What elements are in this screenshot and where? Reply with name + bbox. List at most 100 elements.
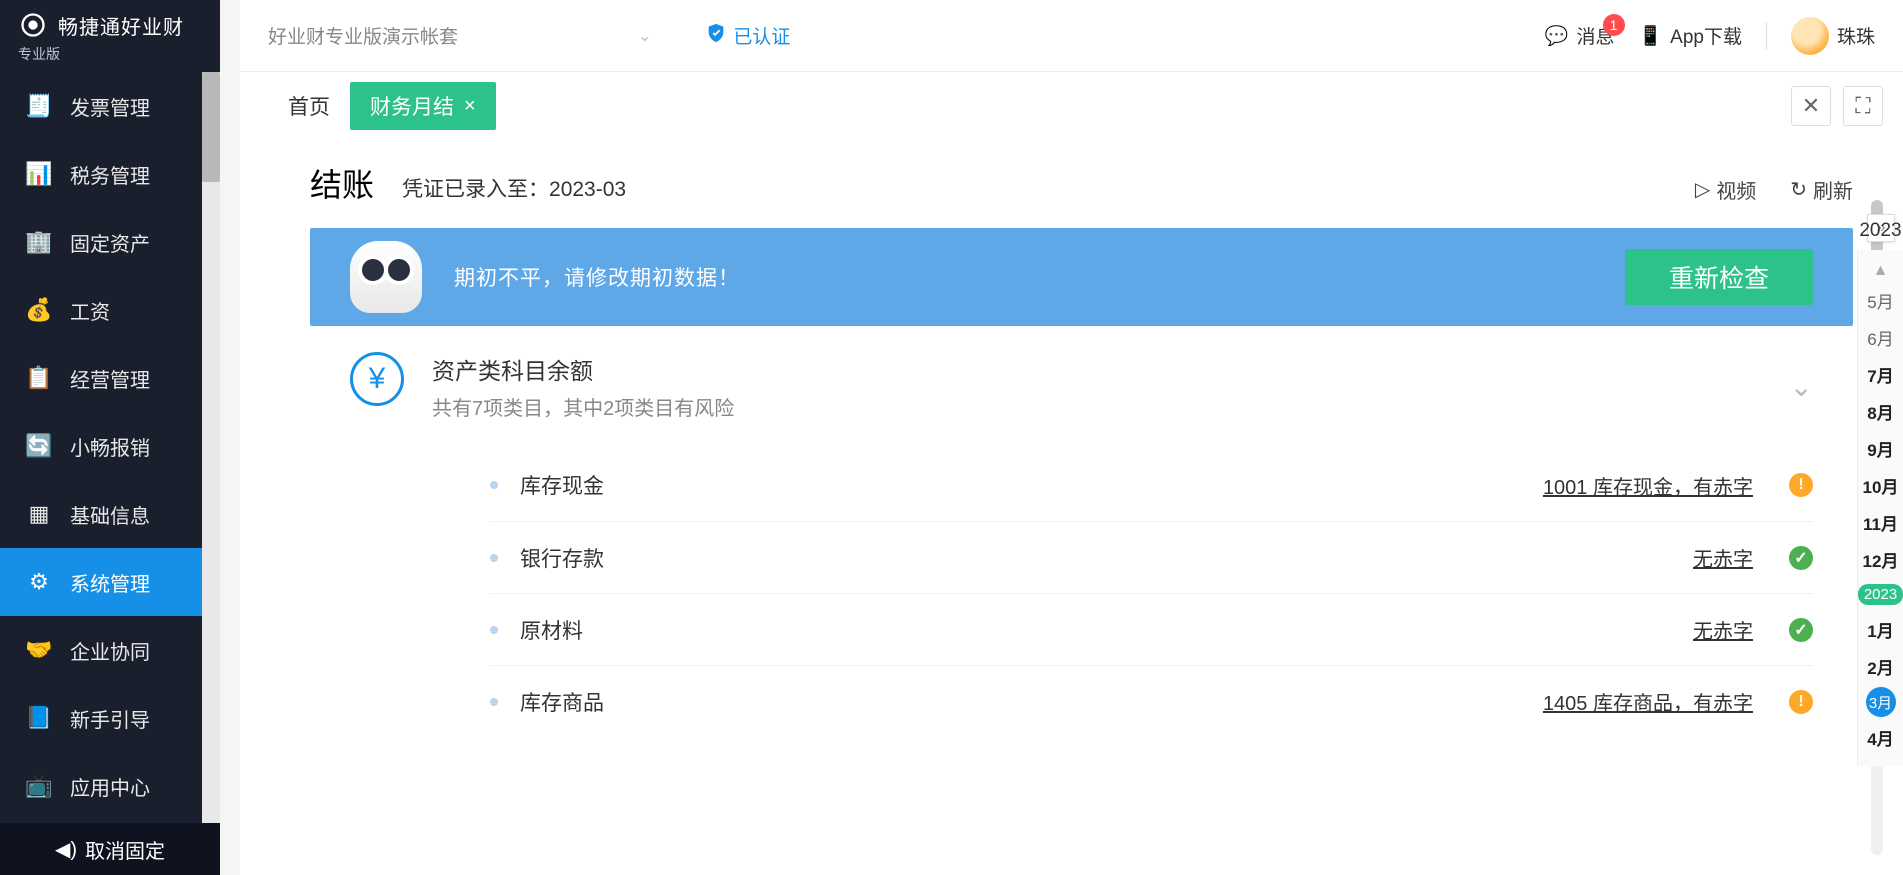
divider bbox=[1766, 22, 1767, 50]
recheck-button[interactable]: 重新检查 bbox=[1625, 249, 1813, 305]
bullet-icon bbox=[490, 554, 498, 562]
tab-label: 首页 bbox=[288, 91, 330, 121]
status-warn-icon: ! bbox=[1789, 690, 1813, 714]
timeline-month[interactable]: 9月 bbox=[1867, 432, 1893, 465]
tab-label: 财务月结 bbox=[370, 91, 454, 121]
check-row: 库存现金 1001 库存现金，有赤字 ! bbox=[490, 449, 1813, 521]
timeline-month[interactable]: 7月 bbox=[1867, 358, 1893, 391]
account-selector[interactable]: 好业财专业版演示帐套 ⌄ bbox=[268, 22, 651, 49]
sidebar-item-expense[interactable]: 🔄 小畅报销 bbox=[0, 412, 220, 480]
sidebar-item-apps[interactable]: 📺 应用中心 bbox=[0, 752, 220, 820]
timeline-month[interactable]: 1月 bbox=[1867, 613, 1893, 646]
username: 珠珠 bbox=[1837, 22, 1875, 49]
timeline-year-badge[interactable]: 2023 bbox=[1858, 584, 1903, 605]
verified-badge[interactable]: 已认证 bbox=[705, 22, 790, 50]
check-detail-link[interactable]: 无赤字 bbox=[1693, 615, 1753, 644]
sidebar-scrollbar[interactable] bbox=[202, 72, 220, 823]
close-icon: ✕ bbox=[1802, 93, 1820, 119]
owl-icon bbox=[350, 241, 422, 313]
alert-text: 期初不平，请修改期初数据！ bbox=[454, 262, 740, 292]
refresh-icon: ↻ bbox=[1790, 177, 1807, 202]
video-link[interactable]: ▷ 视频 bbox=[1695, 175, 1756, 204]
account-name: 好业财专业版演示帐套 bbox=[268, 22, 458, 49]
sidebar: 畅捷通好业财 专业版 🧾 发票管理 📊 税务管理 🏢 固定资产 💰 工资 📋 经… bbox=[0, 0, 220, 875]
sidebar-item-label: 固定资产 bbox=[70, 228, 150, 257]
avatar bbox=[1791, 17, 1829, 55]
message-badge: 1 bbox=[1603, 14, 1625, 36]
sidebar-item-salary[interactable]: 💰 工资 bbox=[0, 276, 220, 344]
status-ok-icon: ✓ bbox=[1789, 546, 1813, 570]
check-detail-link[interactable]: 无赤字 bbox=[1693, 543, 1753, 572]
page-header: 结账 凭证已录入至：2023-03 ▷ 视频 ↻ 刷新 bbox=[310, 160, 1853, 206]
sidebar-item-business[interactable]: 📋 经营管理 bbox=[0, 344, 220, 412]
sidebar-item-collab[interactable]: 🤝 企业协同 bbox=[0, 616, 220, 684]
refresh-button[interactable]: ↻ 刷新 bbox=[1790, 175, 1853, 204]
sidebar-item-label: 经营管理 bbox=[70, 364, 150, 393]
gear-icon: ⚙ bbox=[26, 569, 52, 595]
sidebar-item-label: 小畅报销 bbox=[70, 432, 150, 461]
timeline-month[interactable]: 12月 bbox=[1863, 543, 1899, 576]
tab-financial-close[interactable]: 财务月结 × bbox=[350, 82, 496, 130]
check-name: 原材料 bbox=[520, 615, 583, 645]
timeline-current-month[interactable]: 3月 bbox=[1866, 687, 1896, 717]
guide-icon: 📘 bbox=[26, 705, 52, 731]
sidebar-item-basic-info[interactable]: ▦ 基础信息 bbox=[0, 480, 220, 548]
sidebar-footer-label: 取消固定 bbox=[85, 835, 165, 864]
app-download-button[interactable]: 📱 App下载 bbox=[1639, 22, 1742, 49]
close-icon[interactable]: × bbox=[464, 95, 476, 118]
messages-button[interactable]: 💬 消息 1 bbox=[1545, 22, 1615, 49]
chevron-down-icon: ⌄ bbox=[638, 26, 651, 46]
timeline-month[interactable]: 10月 bbox=[1863, 469, 1899, 502]
sidebar-unpin-button[interactable]: ◀) 取消固定 bbox=[0, 823, 220, 875]
bullet-icon bbox=[490, 698, 498, 706]
tabs-row: 首页 财务月结 × ✕ ⛶ bbox=[240, 72, 1903, 140]
bullet-icon bbox=[490, 626, 498, 634]
check-name: 库存现金 bbox=[520, 470, 604, 500]
page-title: 结账 bbox=[310, 160, 374, 206]
status-warn-icon: ! bbox=[1789, 473, 1813, 497]
sidebar-item-guide[interactable]: 📘 新手引导 bbox=[0, 684, 220, 752]
status-ok-icon: ✓ bbox=[1789, 618, 1813, 642]
timeline-month[interactable]: 8月 bbox=[1867, 395, 1893, 428]
check-row: 银行存款 无赤字 ✓ bbox=[490, 521, 1813, 593]
chevron-down-icon[interactable]: ⌄ bbox=[1790, 370, 1813, 403]
sidebar-item-label: 系统管理 bbox=[70, 568, 150, 597]
check-list: 库存现金 1001 库存现金，有赤字 ! 银行存款 无赤字 ✓ 原材料 无赤字 … bbox=[310, 431, 1853, 737]
play-icon: ▷ bbox=[1695, 177, 1710, 202]
expense-icon: 🔄 bbox=[26, 433, 52, 459]
salary-icon: 💰 bbox=[26, 297, 52, 323]
sidebar-header: 畅捷通好业财 bbox=[0, 0, 220, 44]
sidebar-item-invoice[interactable]: 🧾 发票管理 bbox=[0, 72, 220, 140]
chat-icon: 💬 bbox=[1545, 24, 1569, 48]
sidebar-item-system[interactable]: ⚙ 系统管理 bbox=[0, 548, 220, 616]
tab-home[interactable]: 首页 bbox=[268, 82, 350, 130]
user-menu[interactable]: 珠珠 bbox=[1791, 17, 1875, 55]
content-area: 结账 凭证已录入至：2023-03 ▷ 视频 ↻ 刷新 期初不平，请修改期初数据… bbox=[240, 140, 1903, 875]
sidebar-item-label: 新手引导 bbox=[70, 704, 150, 733]
sidebar-menu: 🧾 发票管理 📊 税务管理 🏢 固定资产 💰 工资 📋 经营管理 🔄 小畅报销 … bbox=[0, 72, 220, 823]
timeline-month[interactable]: 6月 bbox=[1867, 321, 1893, 354]
tab-fullscreen-button[interactable]: ⛶ bbox=[1843, 86, 1883, 126]
brand-name: 畅捷通好业财 bbox=[58, 11, 184, 40]
tax-icon: 📊 bbox=[26, 161, 52, 187]
sidebar-item-tax[interactable]: 📊 税务管理 bbox=[0, 140, 220, 208]
check-detail-link[interactable]: 1405 库存商品，有赤字 bbox=[1543, 687, 1753, 716]
sidebar-item-label: 发票管理 bbox=[70, 92, 150, 121]
sidebar-item-fixed-assets[interactable]: 🏢 固定资产 bbox=[0, 208, 220, 276]
check-row: 库存商品 1405 库存商品，有赤字 ! bbox=[490, 665, 1813, 737]
section-title: 资产类科目余额 bbox=[432, 352, 1790, 386]
invoice-icon: 🧾 bbox=[26, 93, 52, 119]
sidebar-item-label: 基础信息 bbox=[70, 500, 150, 529]
verified-label: 已认证 bbox=[733, 22, 790, 49]
yen-icon: ¥ bbox=[350, 352, 404, 406]
video-label: 视频 bbox=[1716, 175, 1756, 204]
speaker-icon: ◀) bbox=[55, 837, 77, 862]
timeline-month[interactable]: 2月 bbox=[1867, 650, 1893, 683]
check-detail-link[interactable]: 1001 库存现金，有赤字 bbox=[1543, 471, 1753, 500]
timeline-month[interactable]: 4月 bbox=[1867, 721, 1893, 754]
tab-close-all-button[interactable]: ✕ bbox=[1791, 86, 1831, 126]
sidebar-item-label: 应用中心 bbox=[70, 772, 150, 801]
timeline-month[interactable]: 5月 bbox=[1867, 284, 1893, 317]
timeline-month[interactable]: 11月 bbox=[1863, 506, 1898, 539]
chevron-up-icon[interactable]: ▲ bbox=[1873, 262, 1889, 280]
